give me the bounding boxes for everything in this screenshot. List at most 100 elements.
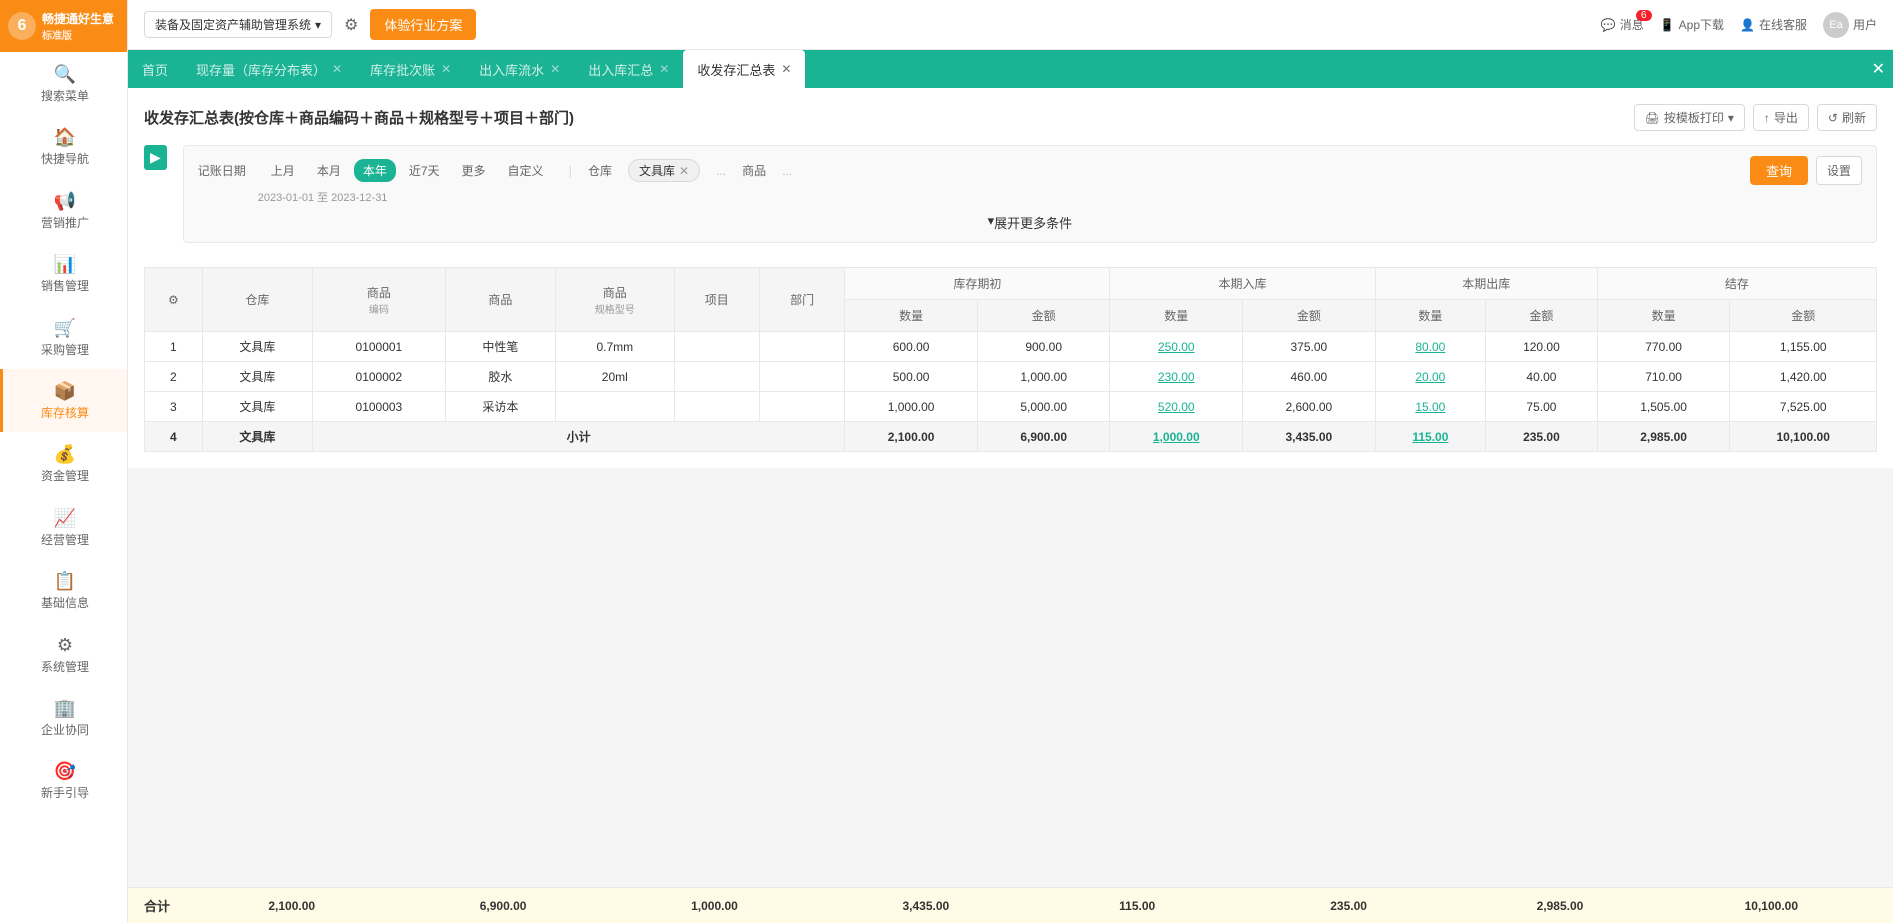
purchase-icon: 🛒 [54,318,76,339]
tab-close-icon[interactable]: ✕ [550,62,560,76]
operations-icon: 📈 [54,508,76,529]
export-btn[interactable]: ↑ 导出 [1753,104,1809,131]
sidebar-item-base-info[interactable]: 📋 基础信息 [0,559,127,622]
date-btn-7days[interactable]: 近7天 [400,159,449,182]
sidebar-item-inventory[interactable]: 📦 库存核算 [0,369,127,432]
warehouse-filter-label: 仓库 [588,162,612,179]
th-dept: 部门 [759,268,844,332]
row-in-qty[interactable]: 520.00 [1110,392,1243,422]
row-spec: 0.7mm [555,332,674,362]
sidebar-item-sales[interactable]: 📊 销售管理 [0,242,127,305]
subtotal-warehouse: 文具库 [202,422,312,452]
date-filter-label: 记账日期 [198,162,246,179]
app-download-btn[interactable]: 📱 App下载 [1660,16,1724,33]
date-btn-this-year[interactable]: 本年 [354,159,396,182]
date-btn-more[interactable]: 更多 [453,159,495,182]
sidebar-item-search[interactable]: 🔍 搜索菜单 [0,52,127,115]
tab-close-icon[interactable]: ✕ [781,62,791,76]
table-row: 3 文具库 0100003 采访本 1,000.00 5,000.00 520.… [145,392,1877,422]
row-sku: 0100001 [313,332,446,362]
sidebar-item-operations[interactable]: 📈 经营管理 [0,496,127,559]
settings-btn[interactable]: 设置 [1816,156,1862,185]
row-sku: 0100002 [313,362,446,392]
sidebar-item-guide[interactable]: 🎯 新手引导 [0,749,127,812]
warehouse-tag-label: 文具库 [639,162,675,179]
row-close-qty: 770.00 [1597,332,1730,362]
tab-close-icon[interactable]: ✕ [659,62,669,76]
sidebar-item-label: 快捷导航 [41,152,89,166]
row-no: 1 [145,332,203,362]
row-in-amt: 375.00 [1243,332,1376,362]
page-container: 收发存汇总表(按仓库＋商品编码＋商品＋规格型号＋项目＋部门) 🖨 按模板打印 ▾… [128,88,1893,468]
date-btn-custom[interactable]: 自定义 [499,159,553,182]
tab-inventory-dist[interactable]: 现存量（库存分布表） ✕ [182,50,356,88]
print-icon: 🖨 [1645,111,1660,125]
sidebar-item-label: 系统管理 [41,660,89,674]
row-in-qty[interactable]: 230.00 [1110,362,1243,392]
row-sku: 0100003 [313,392,446,422]
th-out-qty: 数量 [1375,300,1485,332]
bell-icon: 💬 [1601,18,1616,32]
th-group-closing: 结存 [1597,268,1876,300]
system-selector[interactable]: 装备及固定资产辅助管理系统 ▾ [144,11,332,38]
subtotal-row: 4 文具库 小计 2,100.00 6,900.00 1,000.00 3,43… [145,422,1877,452]
tab-close-icon[interactable]: ✕ [441,62,451,76]
warehouse-tag-close[interactable]: ✕ [679,164,689,178]
user-menu[interactable]: Ea 用户 [1823,12,1877,38]
experience-btn[interactable]: 体验行业方案 [370,9,476,40]
tab-close-icon[interactable]: ✕ [332,62,342,76]
print-template-btn[interactable]: 🖨 按模板打印 ▾ [1634,104,1745,131]
content-area: 收发存汇总表(按仓库＋商品编码＋商品＋规格型号＋项目＋部门) 🖨 按模板打印 ▾… [128,88,1893,887]
tab-home[interactable]: 首页 [128,50,182,88]
subtotal-close-amt: 10,100.00 [1730,422,1877,452]
row-project [674,332,759,362]
subtotal-out-qty[interactable]: 115.00 [1375,422,1485,452]
tab-recv-send-summary[interactable]: 收发存汇总表 ✕ [683,50,805,88]
tab-batch[interactable]: 库存批次账 ✕ [356,50,465,88]
sidebar-item-marketing[interactable]: 📢 营销推广 [0,179,127,242]
sidebar: 6 畅捷通好生意 标准版 🔍 搜索菜单 🏠 快捷导航 📢 营销推广 📊 销售管理… [0,0,128,923]
topbar-right: 💬 消息 6 📱 App下载 👤 在线客服 Ea 用户 [1601,12,1877,38]
sidebar-item-label: 基础信息 [41,596,89,610]
notifications-btn[interactable]: 💬 消息 6 [1601,16,1644,33]
row-out-qty[interactable]: 80.00 [1375,332,1485,362]
refresh-btn[interactable]: ↺ 刷新 [1817,104,1877,131]
sidebar-item-enterprise[interactable]: 🏢 企业协同 [0,686,127,749]
settings-icon[interactable]: ⚙ [344,15,358,35]
th-in-amt: 金额 [1243,300,1376,332]
export-btn-label: 导出 [1774,109,1798,126]
row-in-qty[interactable]: 250.00 [1110,332,1243,362]
tab-flow[interactable]: 出入库流水 ✕ [465,50,574,88]
inventory-icon: 📦 [54,381,76,402]
sidebar-item-label: 销售管理 [41,279,89,293]
table-settings-th[interactable]: ⚙ [145,268,203,332]
warehouse-more-btn[interactable]: ... [716,164,726,178]
chevron-down-icon: ▾ [315,18,321,32]
sidebar-item-purchase[interactable]: 🛒 采购管理 [0,306,127,369]
sidebar-item-label: 经营管理 [41,533,89,547]
filter-toggle-arrow[interactable]: ▶ [144,145,167,170]
guide-icon: 🎯 [54,761,76,782]
row-name: 中性笔 [445,332,555,362]
row-no: 3 [145,392,203,422]
expand-more-label: 展开更多条件 [994,213,1072,232]
expand-more-btn[interactable]: ▾ 展开更多条件 [198,213,1862,232]
date-btn-this-month[interactable]: 本月 [308,159,350,182]
query-btn[interactable]: 查询 [1750,156,1808,185]
row-out-qty[interactable]: 20.00 [1375,362,1485,392]
row-out-qty[interactable]: 15.00 [1375,392,1485,422]
online-service-btn[interactable]: 👤 在线客服 [1740,16,1807,33]
online-service-label: 在线客服 [1759,16,1807,33]
subtotal-in-qty[interactable]: 1,000.00 [1110,422,1243,452]
date-btn-last-month[interactable]: 上月 [262,159,304,182]
sidebar-item-quick-nav[interactable]: 🏠 快捷导航 [0,115,127,178]
table-row: 2 文具库 0100002 胶水 20ml 500.00 1,000.00 23… [145,362,1877,392]
goods-select-btn[interactable]: ... [782,164,792,178]
sidebar-item-finance[interactable]: 💰 资金管理 [0,432,127,495]
close-all-tabs-btn[interactable]: ✕ [1872,59,1885,79]
row-out-amt: 75.00 [1486,392,1598,422]
sidebar-item-system[interactable]: ⚙ 系统管理 [0,623,127,686]
row-in-amt: 460.00 [1243,362,1376,392]
tab-label: 收发存汇总表 [697,60,775,79]
tab-inout-summary[interactable]: 出入库汇总 ✕ [574,50,683,88]
